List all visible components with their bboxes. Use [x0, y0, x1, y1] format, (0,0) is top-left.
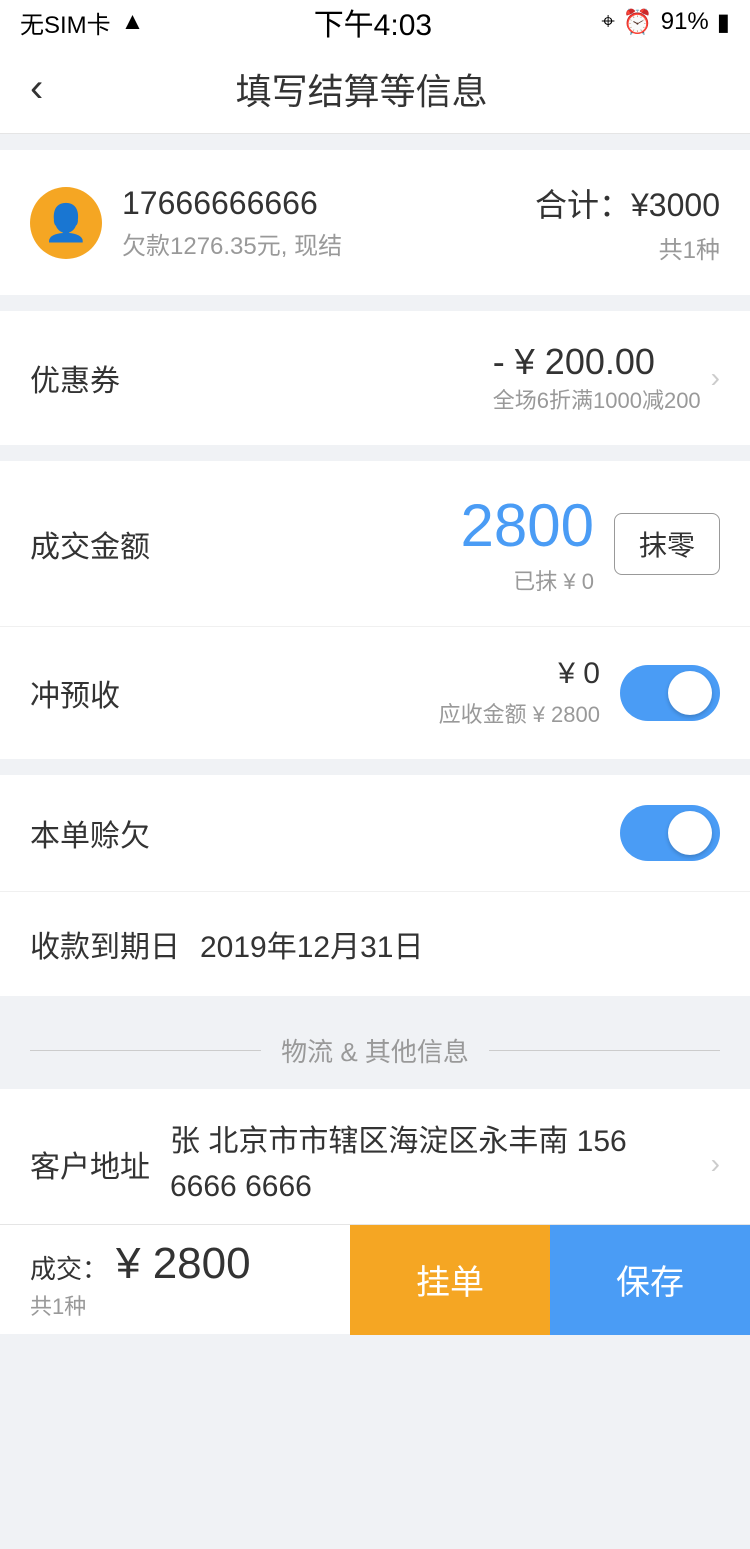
logistics-header: 物流 & 其他信息 [0, 1012, 750, 1089]
battery-level: 91% [661, 8, 709, 36]
logistics-line-right [489, 1050, 720, 1051]
footer-deal-row: 成交： ¥ 2800 [30, 1239, 320, 1289]
transaction-sub: 已抹 ¥ 0 [461, 564, 594, 596]
total-amount: 合计：¥3000 [535, 180, 720, 226]
alarm-icon: ⏰ [623, 8, 653, 37]
coupon-label: 优惠券 [30, 356, 120, 400]
save-button[interactable]: 保存 [550, 1225, 750, 1335]
status-bar-right: ⌖ ⏰ 91% ▮ [601, 8, 730, 37]
deferred-right [620, 805, 720, 861]
due-date-value: 2019年12月31日 [200, 922, 423, 966]
deferred-toggle[interactable] [620, 805, 720, 861]
footer-deal-label: 成交： [30, 1249, 108, 1286]
logistics-line-left [30, 1050, 261, 1051]
back-button[interactable]: ‹ [30, 66, 43, 111]
section-divider-1 [0, 445, 750, 461]
coupon-discount: - ¥ 200.00 [493, 341, 701, 383]
page-title: 填写结算等信息 [63, 63, 660, 115]
prepayment-sub: 应收金额 ¥ 2800 [439, 697, 600, 729]
address-content: 张 北京市市辖区海淀区永丰南 156 6666 6666 [170, 1119, 691, 1209]
footer: 成交： ¥ 2800 共1种 挂单 保存 [0, 1224, 750, 1334]
status-bar-left: 无SIM卡 ▲ [20, 5, 144, 40]
coupon-info: - ¥ 200.00 全场6折满1000减200 [493, 341, 701, 415]
avatar: 👤 [30, 187, 102, 259]
customer-info-right: 合计：¥3000 共1种 [535, 180, 720, 265]
customer-phone: 17666666666 [122, 185, 342, 222]
pending-button[interactable]: 挂单 [350, 1225, 550, 1335]
form-section: 成交金额 2800 已抹 ¥ 0 抹零 冲预收 ¥ 0 应收金额 ¥ 2800 [0, 461, 750, 759]
status-bar-time: 下午4:03 [314, 0, 432, 44]
due-date-label: 收款到期日 [30, 922, 180, 966]
deferred-section: 本单赊欠 [0, 775, 750, 891]
battery-icon: ▮ [717, 8, 730, 37]
prepayment-right: ¥ 0 应收金额 ¥ 2800 [439, 657, 720, 729]
footer-amount: ¥ 2800 [116, 1239, 251, 1289]
address-row[interactable]: 客户地址 张 北京市市辖区海淀区永丰南 156 6666 6666 › [0, 1089, 750, 1239]
deferred-row: 本单赊欠 [0, 775, 750, 891]
prepayment-label: 冲预收 [30, 671, 120, 715]
transaction-amount-row: 成交金额 2800 已抹 ¥ 0 抹零 [0, 461, 750, 627]
footer-count: 共1种 [30, 1289, 320, 1321]
sim-status: 无SIM卡 [20, 5, 111, 40]
avatar-icon: 👤 [44, 202, 89, 244]
transaction-label: 成交金额 [30, 522, 150, 566]
deferred-toggle-knob [668, 811, 712, 855]
prepayment-toggle[interactable] [620, 665, 720, 721]
coupon-chevron: › [711, 362, 720, 394]
address-label: 客户地址 [30, 1142, 150, 1186]
footer-info: 成交： ¥ 2800 共1种 [0, 1239, 350, 1321]
coupon-row[interactable]: 优惠券 - ¥ 200.00 全场6折满1000减200 › [0, 311, 750, 445]
toggle-knob [668, 671, 712, 715]
transaction-amount-wrap: 2800 已抹 ¥ 0 [461, 491, 594, 596]
transaction-right: 2800 已抹 ¥ 0 抹零 [461, 491, 721, 596]
address-chevron: › [711, 1148, 720, 1180]
customer-info-left: 👤 17666666666 欠款1276.35元, 现结 [30, 185, 342, 261]
location-icon: ⌖ [601, 8, 615, 36]
coupon-desc: 全场6折满1000减200 [493, 383, 701, 415]
prepayment-toggle-wrap: ¥ 0 应收金额 ¥ 2800 [439, 657, 600, 729]
status-bar: 无SIM卡 ▲ 下午4:03 ⌖ ⏰ 91% ▮ [0, 0, 750, 44]
round-down-button[interactable]: 抹零 [614, 513, 720, 575]
customer-details: 17666666666 欠款1276.35元, 现结 [122, 185, 342, 261]
total-count: 共1种 [535, 230, 720, 265]
section-divider-3 [0, 996, 750, 1012]
prepayment-amount: ¥ 0 [558, 657, 600, 691]
nav-bar: ‹ 填写结算等信息 [0, 44, 750, 134]
wifi-icon: ▲ [121, 8, 145, 36]
coupon-right: - ¥ 200.00 全场6折满1000减200 › [493, 341, 720, 415]
prepayment-row: 冲预收 ¥ 0 应收金额 ¥ 2800 [0, 627, 750, 759]
section-divider-2 [0, 759, 750, 775]
deferred-label: 本单赊欠 [30, 811, 150, 855]
logistics-label: 物流 & 其他信息 [281, 1032, 469, 1069]
customer-card: 👤 17666666666 欠款1276.35元, 现结 合计：¥3000 共1… [0, 150, 750, 295]
transaction-value: 2800 [461, 491, 594, 560]
due-date-row: 收款到期日 2019年12月31日 [0, 891, 750, 996]
customer-sub: 欠款1276.35元, 现结 [122, 226, 342, 261]
